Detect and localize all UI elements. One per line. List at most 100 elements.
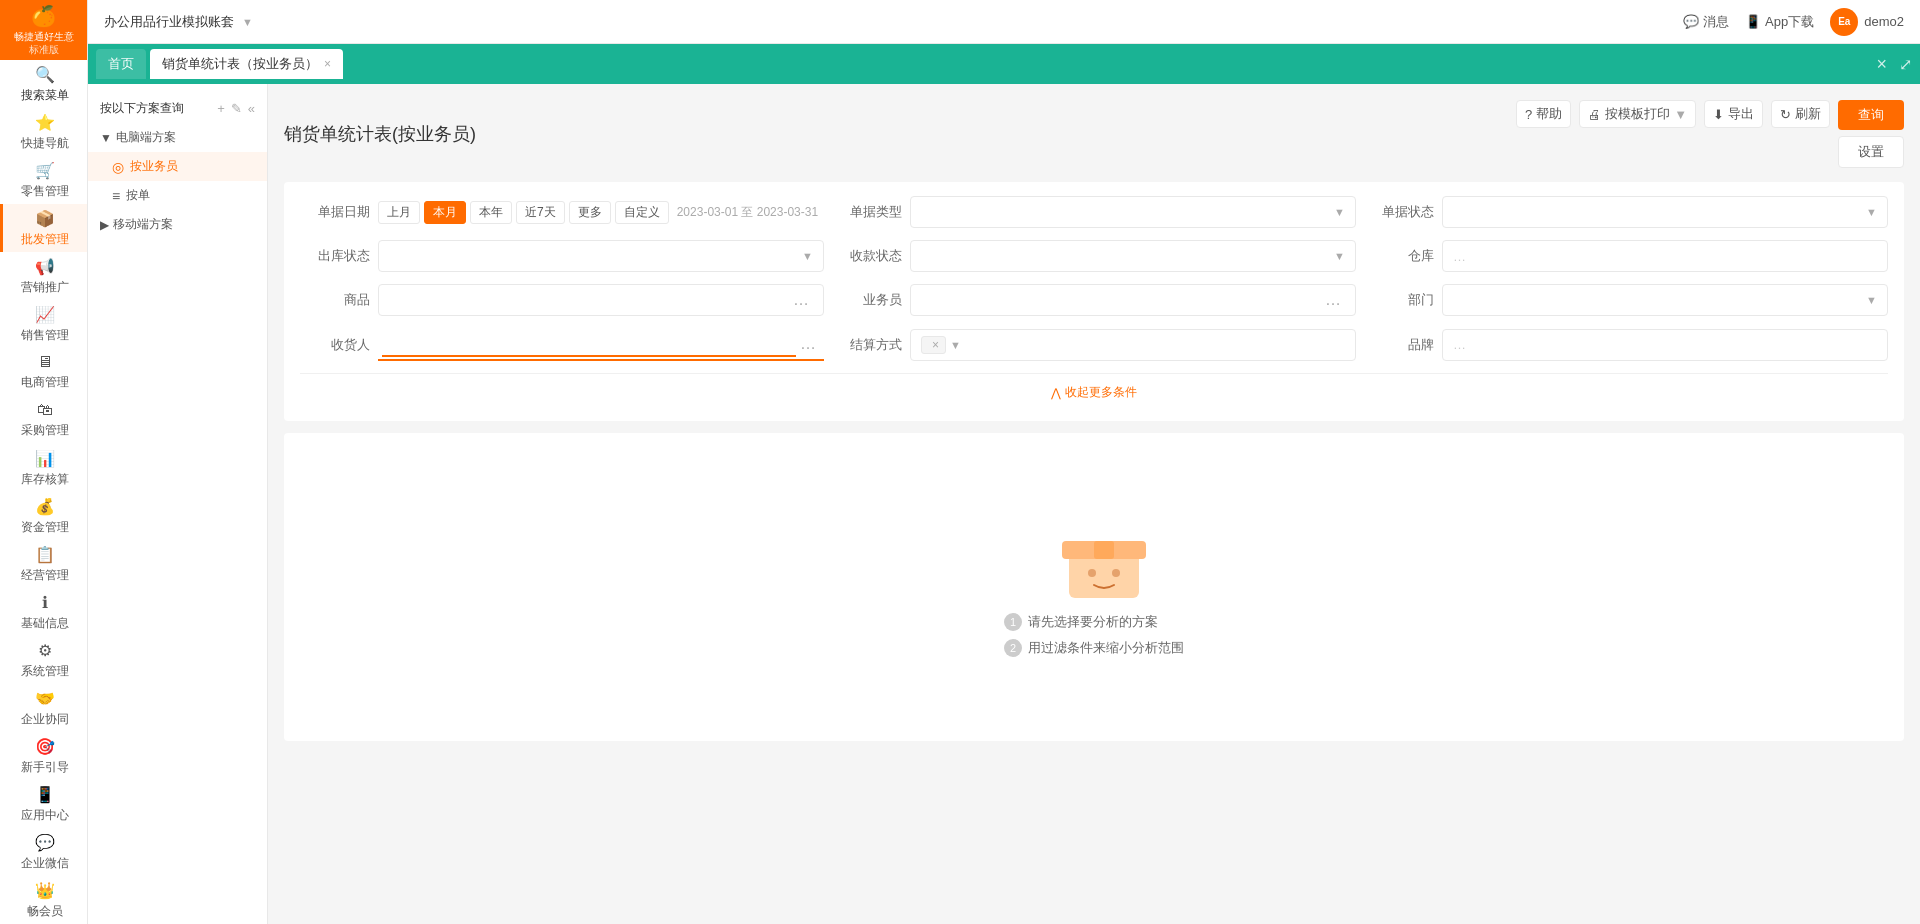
- page-title-bar: 销货单统计表(按业务员) ? 帮助 🖨 按模板打印 ▼ ⬇: [284, 100, 1904, 168]
- sidebar-item-label: 营销推广: [21, 279, 69, 296]
- svg-point-4: [1112, 569, 1120, 577]
- sidebar-item-sales[interactable]: 📈 销售管理: [0, 300, 88, 348]
- tab-active[interactable]: 销货单统计表（按业务员） ×: [150, 49, 343, 79]
- brand-label: 品牌: [1364, 336, 1434, 354]
- sidebar-item-purchase[interactable]: 🛍 采购管理: [0, 396, 88, 444]
- sidebar-item-label: 企业协同: [21, 711, 69, 728]
- date-btn-more[interactable]: 更多: [569, 201, 611, 224]
- tab-home[interactable]: 首页: [96, 49, 146, 79]
- sidebar-item-operations[interactable]: 📋 经营管理: [0, 540, 88, 588]
- date-btn-this-year[interactable]: 本年: [470, 201, 512, 224]
- settings-button[interactable]: 设置: [1838, 136, 1904, 168]
- svg-rect-0: [1069, 553, 1139, 598]
- sales-icon: 📈: [35, 305, 55, 324]
- sidebar-item-finance[interactable]: 💰 资金管理: [0, 492, 88, 540]
- dept-select[interactable]: ▼: [1442, 284, 1888, 316]
- inventory-icon: 📊: [35, 449, 55, 468]
- user-profile[interactable]: Ea demo2: [1830, 8, 1904, 36]
- sidebar-item-retail[interactable]: 🛒 零售管理: [0, 156, 88, 204]
- scheme-item-salesperson-label: 按业务员: [130, 158, 178, 175]
- help-button[interactable]: ? 帮助: [1516, 100, 1571, 128]
- avatar-initials: Ea: [1838, 16, 1850, 27]
- warehouse-control: …: [1442, 240, 1888, 272]
- consignee-dots[interactable]: …: [796, 335, 820, 353]
- sidebar-item-member[interactable]: 👑 畅会员: [0, 876, 88, 924]
- ecommerce-icon: 🖥: [37, 353, 53, 371]
- collapse-button[interactable]: ⋀ 收起更多条件: [1045, 378, 1143, 407]
- sidebar-item-newbie[interactable]: 🎯 新手引导: [0, 732, 88, 780]
- mobile-scheme-header[interactable]: ▶ 移动端方案: [88, 210, 267, 239]
- maximize-icon[interactable]: ⤢: [1899, 55, 1912, 74]
- empty-state: 1 请先选择要分析的方案 2 用过滤条件来缩小分析范围: [284, 433, 1904, 741]
- warehouse-select[interactable]: …: [1442, 240, 1888, 272]
- sidebar-item-apps[interactable]: 📱 应用中心: [0, 780, 88, 828]
- out-status-select[interactable]: ▼: [378, 240, 824, 272]
- app-name: 畅捷通好生意: [14, 30, 74, 43]
- collapse-panel-icon[interactable]: «: [248, 101, 255, 116]
- out-status-label: 出库状态: [300, 247, 370, 265]
- salesperson-select[interactable]: …: [910, 284, 1356, 316]
- close-window-icon[interactable]: ×: [1876, 54, 1887, 75]
- mobile-scheme-label: 移动端方案: [113, 216, 173, 233]
- hint-label-2: 用过滤条件来缩小分析范围: [1028, 635, 1184, 661]
- salesperson-label: 业务员: [832, 291, 902, 309]
- message-icon: 💬: [1683, 14, 1699, 29]
- filter-row-2: 出库状态 ▼ 收款状态 ▼ 仓库: [300, 240, 1888, 272]
- doc-type-select[interactable]: ▼: [910, 196, 1356, 228]
- edit-scheme-icon[interactable]: ✎: [231, 101, 242, 116]
- settlement-tag-close[interactable]: ×: [932, 338, 939, 352]
- date-btn-last-month[interactable]: 上月: [378, 201, 420, 224]
- sidebar-item-label: 基础信息: [21, 615, 69, 632]
- sidebar-item-enterprise[interactable]: 🤝 企业协同: [0, 684, 88, 732]
- sidebar-item-label: 经营管理: [21, 567, 69, 584]
- sidebar-item-quick-nav[interactable]: ⭐ 快捷导航: [0, 108, 88, 156]
- content-area: 按以下方案查询 + ✎ « ▼ 电脑端方案 ◎ 按业务员 ≡: [88, 84, 1920, 924]
- date-btn-last-7-days[interactable]: 近7天: [516, 201, 565, 224]
- export-button[interactable]: ⬇ 导出: [1704, 100, 1763, 128]
- hint-num-1: 1: [1004, 613, 1022, 631]
- doc-type-arrow: ▼: [1334, 206, 1345, 218]
- app-download-button[interactable]: 📱 App下载: [1745, 13, 1814, 31]
- tab-close-icon[interactable]: ×: [324, 57, 331, 71]
- payment-status-select[interactable]: ▼: [910, 240, 1356, 272]
- message-button[interactable]: 💬 消息: [1683, 13, 1729, 31]
- salesperson-dots[interactable]: …: [1321, 291, 1345, 309]
- account-dropdown-icon[interactable]: ▼: [242, 16, 253, 28]
- consignee-input[interactable]: [382, 330, 796, 357]
- sidebar-item-ecommerce[interactable]: 🖥 电商管理: [0, 348, 88, 396]
- add-scheme-icon[interactable]: +: [217, 101, 225, 116]
- message-label: 消息: [1703, 13, 1729, 31]
- sidebar-item-wechat[interactable]: 💬 企业微信: [0, 828, 88, 876]
- brand-placeholder: …: [1453, 337, 1466, 352]
- date-label: 单据日期: [300, 203, 370, 221]
- settlement-select[interactable]: × ▼: [910, 329, 1356, 361]
- header-title-area: 办公用品行业模拟账套 ▼: [104, 13, 253, 31]
- brand-select[interactable]: …: [1442, 329, 1888, 361]
- sidebar-item-wholesale[interactable]: 📦 批发管理: [0, 204, 88, 252]
- print-button[interactable]: 🖨 按模板打印 ▼: [1579, 100, 1696, 128]
- sidebar-item-basic[interactable]: ℹ 基础信息: [0, 588, 88, 636]
- desktop-scheme-group: ▼ 电脑端方案 ◎ 按业务员 ≡ 按单: [88, 123, 267, 210]
- sidebar-item-label: 新手引导: [21, 759, 69, 776]
- date-btn-this-month[interactable]: 本月: [424, 201, 466, 224]
- sidebar-item-system[interactable]: ⚙ 系统管理: [0, 636, 88, 684]
- app-logo[interactable]: 🍊 畅捷通好生意 标准版: [0, 0, 88, 60]
- sidebar-item-inventory[interactable]: 📊 库存核算: [0, 444, 88, 492]
- sidebar-item-label: 畅会员: [27, 903, 63, 920]
- sidebar-item-search[interactable]: 🔍 搜索菜单: [0, 60, 88, 108]
- date-btn-custom[interactable]: 自定义: [615, 201, 669, 224]
- scheme-item-salesperson[interactable]: ◎ 按业务员: [88, 152, 267, 181]
- goods-dots[interactable]: …: [789, 291, 813, 309]
- goods-select[interactable]: …: [378, 284, 824, 316]
- sidebar-item-label: 电商管理: [21, 374, 69, 391]
- enterprise-icon: 🤝: [35, 689, 55, 708]
- consignee-control: …: [378, 328, 824, 361]
- brand-control: …: [1442, 329, 1888, 361]
- header-right-area: 💬 消息 📱 App下载 Ea demo2: [1683, 8, 1904, 36]
- doc-status-select[interactable]: ▼: [1442, 196, 1888, 228]
- query-button[interactable]: 查询: [1838, 100, 1904, 130]
- desktop-scheme-header[interactable]: ▼ 电脑端方案: [88, 123, 267, 152]
- scheme-item-order[interactable]: ≡ 按单: [88, 181, 267, 210]
- sidebar-item-marketing[interactable]: 📢 营销推广: [0, 252, 88, 300]
- refresh-button[interactable]: ↻ 刷新: [1771, 100, 1830, 128]
